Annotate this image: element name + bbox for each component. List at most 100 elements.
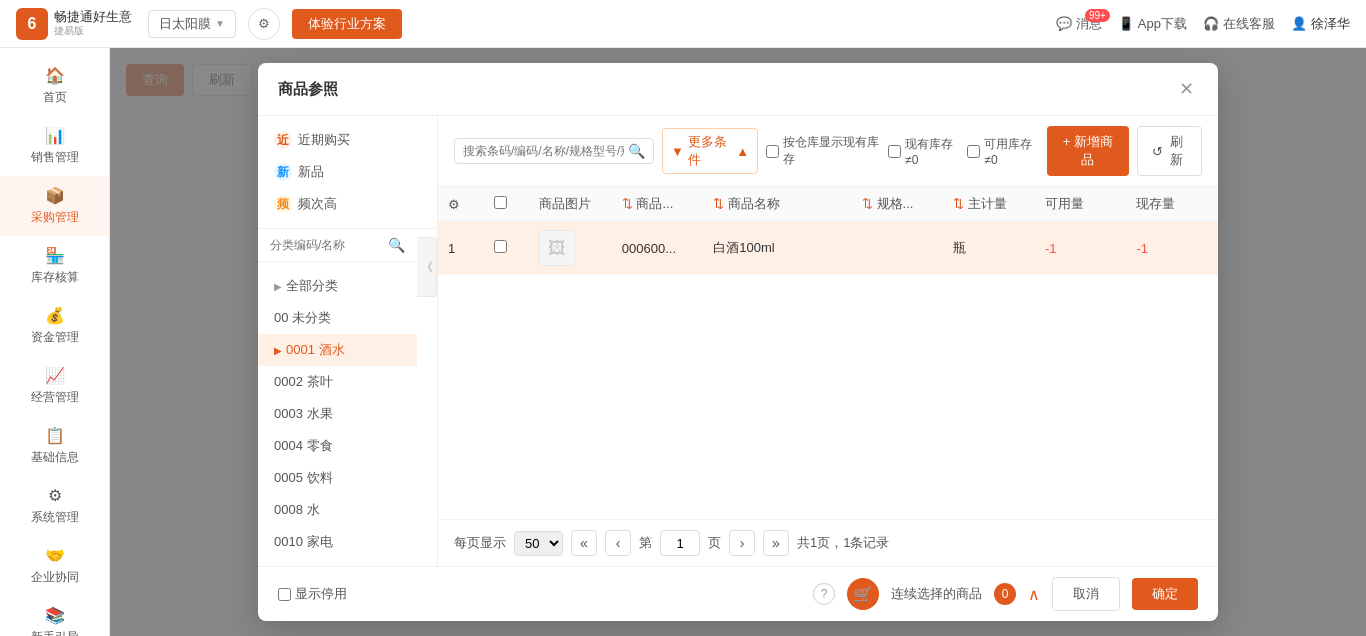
show-disabled-checkbox[interactable]: 显示停用: [278, 585, 347, 603]
product-toolbar: 🔍 ▼ 更多条件 ▲ 按仓库显示现有库存: [438, 116, 1218, 187]
category-search: 🔍: [258, 229, 417, 262]
quick-frequent[interactable]: 频 频次高: [258, 188, 437, 220]
logo-area: 6 畅捷通好生意 捷易版: [16, 8, 136, 40]
sidebar-item-system[interactable]: ⚙ 系统管理: [0, 476, 109, 536]
experience-button[interactable]: 体验行业方案: [292, 9, 402, 39]
page-number-input[interactable]: [660, 530, 700, 556]
sidebar-item-sales[interactable]: 📊 销售管理: [0, 116, 109, 176]
category-all-label: 全部分类: [286, 277, 338, 295]
col-settings[interactable]: ⚙: [438, 187, 484, 222]
col-code[interactable]: ⇅ 商品...: [612, 187, 703, 222]
category-snacks[interactable]: 0004 零食: [258, 430, 417, 462]
table-row[interactable]: 1 🖼: [438, 222, 1218, 275]
product-search-input[interactable]: [463, 144, 624, 158]
quick-new[interactable]: 新 新品: [258, 156, 437, 188]
category-alcohol[interactable]: ▶ 0001 酒水: [258, 334, 417, 366]
operations-icon: 📈: [45, 366, 65, 385]
sidebar-item-finance[interactable]: 💰 资金管理: [0, 296, 109, 356]
row-available-cell: -1: [1035, 222, 1126, 275]
col-stock: 现存量: [1126, 187, 1218, 222]
checkbox-warehouse-stock[interactable]: 按仓库显示现有库存: [766, 134, 880, 168]
category-uncategorized[interactable]: 00 未分类: [258, 302, 417, 334]
last-page-button[interactable]: »: [763, 530, 789, 556]
settings-button[interactable]: ⚙: [248, 8, 280, 40]
product-search-icon[interactable]: 🔍: [628, 143, 645, 159]
show-disabled-input[interactable]: [278, 588, 291, 601]
prev-page-button[interactable]: ‹: [605, 530, 631, 556]
category-fruit-label: 0003 水果: [274, 405, 333, 423]
checkbox-usable-not-zero-input[interactable]: [967, 145, 980, 158]
category-tea[interactable]: 0002 茶叶: [258, 366, 417, 398]
col-settings-icon[interactable]: ⚙: [448, 197, 460, 212]
continuous-label: 连续选择的商品: [891, 585, 982, 603]
col-checkbox[interactable]: [484, 187, 530, 222]
sidebar-item-operations[interactable]: 📈 经营管理: [0, 356, 109, 416]
sidebar-item-inventory[interactable]: 🏪 库存核算: [0, 236, 109, 296]
row-checkbox[interactable]: [494, 240, 507, 253]
category-search-icon[interactable]: 🔍: [388, 237, 405, 253]
category-appliances[interactable]: 0010 家电: [258, 526, 417, 558]
user-avatar[interactable]: 👤 徐泽华: [1291, 15, 1350, 33]
row-code-cell: 000600...: [612, 222, 703, 275]
logo-text: 畅捷通好生意: [54, 9, 132, 25]
product-panel: 🔍 ▼ 更多条件 ▲ 按仓库显示现有库存: [438, 116, 1218, 566]
col-code-label: 商品...: [636, 196, 673, 211]
modal-footer: 显示停用 ? 🛒 连续选择的商品 0 ∧ 取消 确定: [258, 566, 1218, 621]
cancel-button[interactable]: 取消: [1052, 577, 1120, 611]
selected-count-badge: 0: [994, 583, 1016, 605]
col-spec-label: 规格...: [877, 196, 914, 211]
row-unit-cell: 瓶: [943, 222, 1034, 275]
system-icon: ⚙: [48, 486, 62, 505]
filter-button[interactable]: ▼ 更多条件 ▲: [662, 128, 758, 174]
first-page-button[interactable]: «: [571, 530, 597, 556]
next-page-button[interactable]: ›: [729, 530, 755, 556]
category-panel: 近 近期购买 新 新品 频 频次高: [258, 116, 438, 566]
quick-recent[interactable]: 近 近期购买: [258, 124, 437, 156]
sidebar-item-enterprise[interactable]: 🤝 企业协同: [0, 536, 109, 596]
checkbox-warehouse-stock-input[interactable]: [766, 145, 779, 158]
select-all-checkbox[interactable]: [494, 196, 507, 209]
app-download-button[interactable]: 📱 App下载: [1118, 15, 1187, 33]
col-spec[interactable]: ⇅ 规格...: [852, 187, 943, 222]
enterprise-icon: 🤝: [45, 546, 65, 565]
help-button[interactable]: ?: [813, 583, 835, 605]
home-icon: 🏠: [45, 66, 65, 85]
row-stock: -1: [1136, 241, 1148, 256]
filter-icon: ▼: [671, 144, 684, 159]
checkbox-available-not-zero[interactable]: 现有库存≠0: [888, 136, 959, 167]
category-all[interactable]: ▶ 全部分类: [258, 270, 417, 302]
row-checkbox-cell[interactable]: [484, 222, 530, 275]
category-fruit[interactable]: 0003 水果: [258, 398, 417, 430]
category-beverages[interactable]: 0005 饮料: [258, 462, 417, 494]
confirm-button[interactable]: 确定: [1132, 578, 1198, 610]
cart-button[interactable]: 🛒: [847, 578, 879, 610]
per-page-select[interactable]: 50: [514, 531, 563, 556]
row-available: -1: [1045, 241, 1057, 256]
collapse-left-icon: 《: [421, 259, 433, 276]
sidebar-item-basics[interactable]: 📋 基础信息: [0, 416, 109, 476]
store-dropdown-arrow: ▼: [215, 18, 225, 29]
message-button[interactable]: 💬 消息 99+: [1056, 15, 1102, 33]
category-tea-label: 0002 茶叶: [274, 373, 333, 391]
sidebar-item-guide[interactable]: 📚 新手引导: [0, 596, 109, 636]
online-service-button[interactable]: 🎧 在线客服: [1203, 15, 1275, 33]
modal-close-button[interactable]: ✕: [1174, 77, 1198, 101]
footer-collapse-button[interactable]: ∧: [1028, 585, 1040, 604]
refresh-button[interactable]: ↺ 刷新: [1137, 126, 1202, 176]
store-selector[interactable]: 日太阳膜 ▼: [148, 10, 236, 38]
category-collapse-button[interactable]: 《: [417, 237, 437, 297]
basics-icon: 📋: [45, 426, 65, 445]
add-product-button[interactable]: + 新增商品: [1047, 126, 1129, 176]
purchase-icon: 📦: [45, 186, 65, 205]
recent-icon: 近: [274, 131, 292, 149]
col-unit-label: 主计量: [968, 196, 1007, 211]
settings-icon: ⚙: [258, 16, 270, 31]
checkbox-available-not-zero-input[interactable]: [888, 145, 901, 158]
sidebar-item-purchase[interactable]: 📦 采购管理: [0, 176, 109, 236]
checkbox-usable-not-zero[interactable]: 可用库存≠0: [967, 136, 1038, 167]
category-water[interactable]: 0008 水: [258, 494, 417, 526]
col-unit[interactable]: ⇅ 主计量: [943, 187, 1034, 222]
sidebar-item-home[interactable]: 🏠 首页: [0, 56, 109, 116]
col-name[interactable]: ⇅ 商品名称: [703, 187, 852, 222]
category-search-input[interactable]: [270, 238, 384, 252]
